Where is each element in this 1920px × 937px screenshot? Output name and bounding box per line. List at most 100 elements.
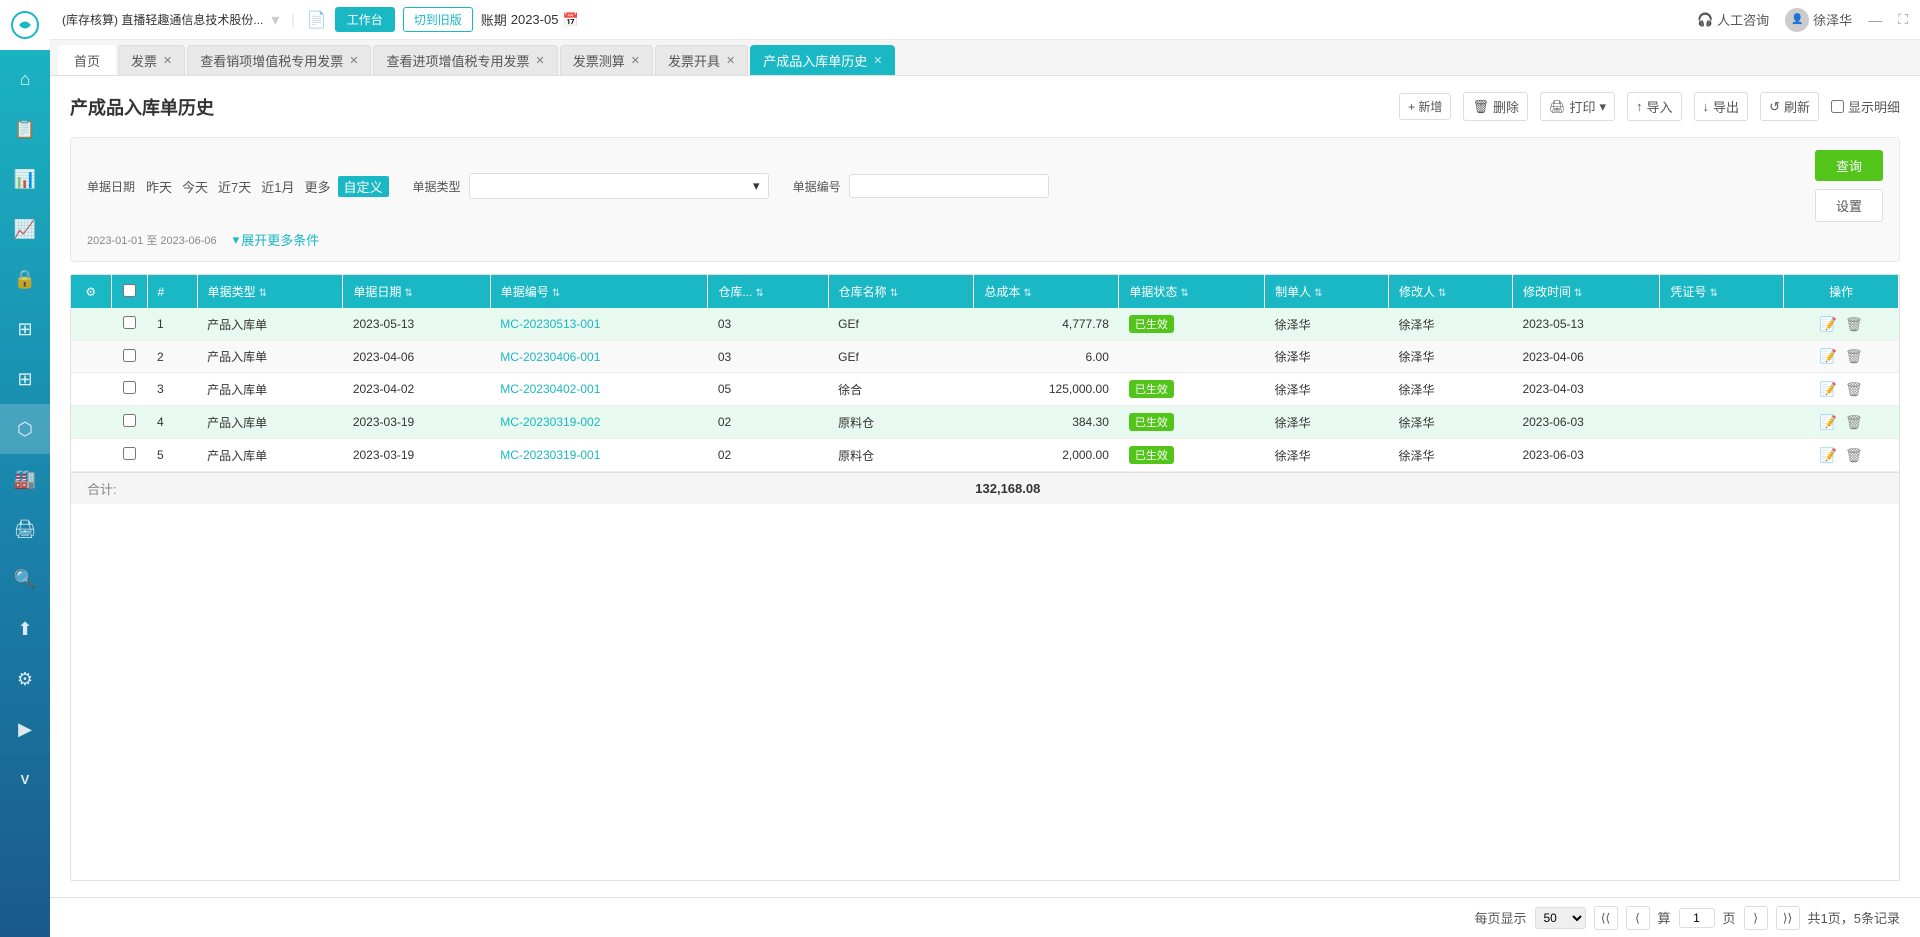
window-minimize[interactable]: — <box>1868 12 1882 28</box>
date-today[interactable]: 今天 <box>179 176 211 197</box>
edit-icon[interactable]: 📝 <box>1820 381 1837 398</box>
edit-icon[interactable]: 📝 <box>1820 316 1837 333</box>
refresh-button[interactable]: ↺ 刷新 <box>1760 92 1819 121</box>
expand-filter-btn[interactable]: ▾ 展开更多条件 <box>233 230 320 249</box>
show-detail-checkbox[interactable]: 显示明细 <box>1831 97 1900 116</box>
delete-row-icon[interactable]: 🗑 <box>1845 414 1863 431</box>
sidebar-item-reports[interactable]: 📊 <box>0 154 50 204</box>
sidebar-item-video[interactable]: ▶ <box>0 704 50 754</box>
service-link[interactable]: 🎧 人工咨询 <box>1697 10 1769 29</box>
tab-invoice-close[interactable]: ✕ <box>163 54 172 67</box>
col-settings[interactable]: ⚙ <box>71 275 111 308</box>
row-checkbox-cell[interactable] <box>111 308 147 341</box>
per-page-select[interactable]: 20 50 100 <box>1535 907 1586 929</box>
user-menu[interactable]: 👤 徐泽华 <box>1785 8 1852 32</box>
row-number[interactable]: MC-20230402-001 <box>490 373 708 406</box>
workbench-button[interactable]: 工作台 <box>335 7 395 32</box>
sidebar-item-production[interactable]: 🏭 <box>0 454 50 504</box>
sidebar-item-stamp[interactable]: 🖨 <box>0 504 50 554</box>
print-button[interactable]: 🖨 打印 ▾ <box>1540 92 1615 121</box>
sidebar-item-import[interactable]: ⬆ <box>0 604 50 654</box>
delete-row-icon[interactable]: 🗑 <box>1845 316 1863 333</box>
col-modifier[interactable]: 修改人⇅ <box>1389 275 1513 308</box>
sidebar-item-docs[interactable]: 📋 <box>0 104 50 154</box>
row-checkbox[interactable] <box>123 381 136 394</box>
row-number[interactable]: MC-20230319-001 <box>490 439 708 472</box>
import-button[interactable]: ↑ 导入 <box>1627 92 1682 121</box>
edit-icon[interactable]: 📝 <box>1820 447 1837 464</box>
col-checkbox[interactable] <box>111 275 147 308</box>
col-warehouse-code[interactable]: 仓库...⇅ <box>708 275 828 308</box>
date-1month[interactable]: 近1月 <box>258 176 297 197</box>
tab-home[interactable]: 首页 <box>58 45 116 75</box>
last-page-btn[interactable]: ⟩⟩ <box>1776 906 1800 930</box>
date-more[interactable]: 更多 <box>302 176 334 197</box>
date-custom[interactable]: 自定义 <box>338 176 389 197</box>
sidebar-item-version[interactable]: V <box>0 754 50 804</box>
tab-sales-vat[interactable]: 查看销项增值税专用发票 ✕ <box>187 45 371 75</box>
tab-input-vat[interactable]: 查看进项增值税专用发票 ✕ <box>373 45 557 75</box>
row-number[interactable]: MC-20230513-001 <box>490 308 708 341</box>
row-checkbox[interactable] <box>123 447 136 460</box>
row-checkbox-cell[interactable] <box>111 439 147 472</box>
date-yesterday[interactable]: 昨天 <box>143 176 175 197</box>
company-dropdown-icon[interactable]: ▾ <box>271 10 279 30</box>
prev-page-btn[interactable]: ⟨ <box>1626 906 1650 930</box>
col-status[interactable]: 单据状态⇅ <box>1119 275 1265 308</box>
delete-button[interactable]: 🗑 删除 <box>1463 92 1528 121</box>
col-creator[interactable]: 制单人⇅ <box>1265 275 1389 308</box>
sidebar-item-stock[interactable]: ⬡ <box>0 404 50 454</box>
setting-button[interactable]: 设置 <box>1815 189 1883 222</box>
row-checkbox[interactable] <box>123 414 136 427</box>
delete-row-icon[interactable]: 🗑 <box>1845 381 1863 398</box>
number-input[interactable] <box>849 174 1049 198</box>
col-total-cost[interactable]: 总成本⇅ <box>974 275 1119 308</box>
select-all-checkbox[interactable] <box>123 284 136 297</box>
tab-open-close[interactable]: ✕ <box>726 54 735 67</box>
tab-open[interactable]: 发票开具 ✕ <box>655 45 748 75</box>
tab-invoice[interactable]: 发票 ✕ <box>118 45 185 75</box>
date-7days[interactable]: 近7天 <box>215 176 254 197</box>
row-checkbox-cell[interactable] <box>111 341 147 373</box>
sidebar-item-table[interactable]: ⊞ <box>0 354 50 404</box>
row-checkbox[interactable] <box>123 349 136 362</box>
tab-inventory-close[interactable]: ✕ <box>873 54 882 67</box>
sidebar-item-config[interactable]: ⚙ <box>0 654 50 704</box>
row-checkbox[interactable] <box>123 316 136 329</box>
next-page-btn[interactable]: ⟩ <box>1744 906 1768 930</box>
tab-input-vat-close[interactable]: ✕ <box>536 54 545 67</box>
row-checkbox-cell[interactable] <box>111 373 147 406</box>
delete-row-icon[interactable]: 🗑 <box>1845 447 1863 464</box>
col-modify-time[interactable]: 修改时间⇅ <box>1512 275 1659 308</box>
edit-icon[interactable]: 📝 <box>1820 348 1837 365</box>
sidebar-item-home[interactable]: ⌂ <box>0 54 50 104</box>
tab-sales-vat-close[interactable]: ✕ <box>349 54 358 67</box>
tab-calc-close[interactable]: ✕ <box>631 54 640 67</box>
new-button[interactable]: + 新增 <box>1399 93 1451 120</box>
col-number[interactable]: 单据编号⇅ <box>490 275 708 308</box>
row-checkbox-cell[interactable] <box>111 406 147 439</box>
export-button[interactable]: ↓ 导出 <box>1694 92 1749 121</box>
tab-inventory[interactable]: 产成品入库单历史 ✕ <box>750 45 895 75</box>
show-detail-input[interactable] <box>1831 100 1844 113</box>
edit-icon[interactable]: 📝 <box>1820 414 1837 431</box>
sidebar-item-analysis[interactable]: 📈 <box>0 204 50 254</box>
delete-row-icon[interactable]: 🗑 <box>1845 348 1863 365</box>
col-warehouse-name[interactable]: 仓库名称⇅ <box>828 275 974 308</box>
tab-calc[interactable]: 发票测算 ✕ <box>560 45 653 75</box>
row-number[interactable]: MC-20230406-001 <box>490 341 708 373</box>
sidebar-item-settings[interactable]: ⊞ <box>0 304 50 354</box>
col-date[interactable]: 单据日期⇅ <box>343 275 490 308</box>
sidebar-item-lock[interactable]: 🔒 <box>0 254 50 304</box>
query-button[interactable]: 查询 <box>1815 150 1883 181</box>
col-type[interactable]: 单据类型⇅ <box>197 275 343 308</box>
window-maximize[interactable]: ⛶ <box>1898 11 1908 28</box>
sidebar-item-search[interactable]: 🔍 <box>0 554 50 604</box>
switch-button[interactable]: 切到旧版 <box>403 7 473 32</box>
calendar-icon[interactable]: 📅 <box>562 12 578 28</box>
col-voucher[interactable]: 凭证号⇅ <box>1660 275 1784 308</box>
type-select[interactable] <box>469 173 769 199</box>
row-number[interactable]: MC-20230319-002 <box>490 406 708 439</box>
first-page-btn[interactable]: ⟨⟨ <box>1594 906 1618 930</box>
page-input[interactable] <box>1679 908 1715 928</box>
